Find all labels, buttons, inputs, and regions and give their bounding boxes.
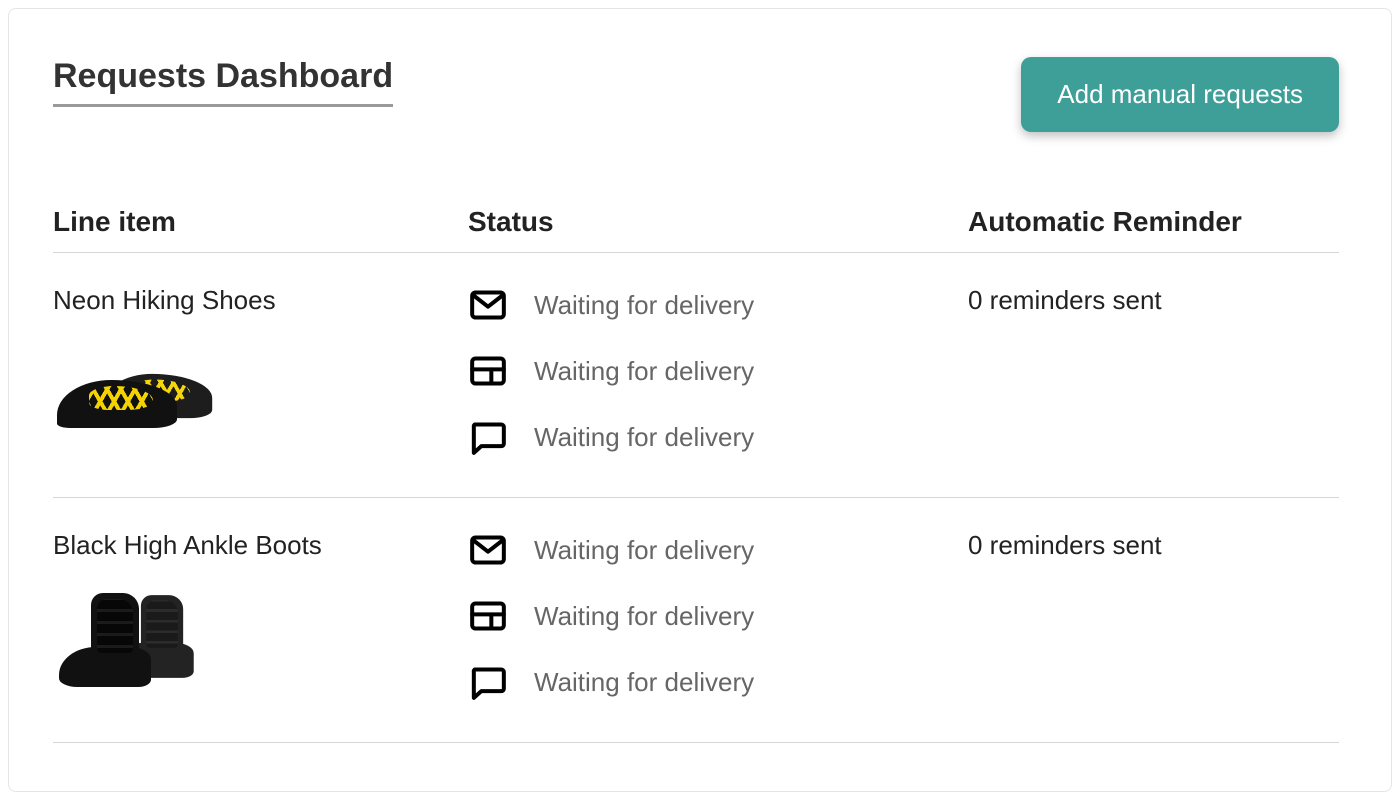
column-header-line-item: Line item (53, 206, 468, 253)
status-list: Waiting for delivery Waiting for deliver… (468, 285, 968, 457)
dashboard-card: Requests Dashboard Add manual requests L… (8, 8, 1392, 792)
line-item-name: Black High Ankle Boots (53, 530, 468, 561)
product-thumbnail (53, 344, 213, 444)
reminder-count: 0 reminders sent (968, 530, 1339, 561)
status-text: Waiting for delivery (534, 601, 754, 632)
status-line-chat: Waiting for delivery (468, 417, 968, 457)
web-card-icon (468, 351, 508, 391)
mail-icon (468, 285, 508, 325)
page-title: Requests Dashboard (53, 57, 393, 107)
web-card-icon (468, 596, 508, 636)
status-text: Waiting for delivery (534, 667, 754, 698)
status-line-email: Waiting for delivery (468, 530, 968, 570)
mail-icon (468, 530, 508, 570)
status-text: Waiting for delivery (534, 535, 754, 566)
column-header-status: Status (468, 206, 968, 253)
table-row: Neon Hiking Shoes (53, 253, 468, 498)
reminder-count: 0 reminders sent (968, 285, 1339, 316)
status-line-web: Waiting for delivery (468, 351, 968, 391)
column-header-reminder: Automatic Reminder (968, 206, 1339, 253)
table-row: Black High Ankle Boots (53, 498, 468, 743)
reminder-cell: 0 reminders sent (968, 498, 1339, 743)
chat-icon (468, 417, 508, 457)
status-line-chat: Waiting for delivery (468, 662, 968, 702)
product-thumbnail (53, 589, 213, 689)
status-line-web: Waiting for delivery (468, 596, 968, 636)
requests-table: Line item Status Automatic Reminder Neon… (53, 206, 1339, 743)
status-cell: Waiting for delivery Waiting for deliver… (468, 498, 968, 743)
header-row: Requests Dashboard Add manual requests (53, 57, 1339, 132)
status-text: Waiting for delivery (534, 422, 754, 453)
status-cell: Waiting for delivery Waiting for deliver… (468, 253, 968, 498)
line-item-name: Neon Hiking Shoes (53, 285, 468, 316)
add-manual-requests-button[interactable]: Add manual requests (1021, 57, 1339, 132)
reminder-cell: 0 reminders sent (968, 253, 1339, 498)
status-line-email: Waiting for delivery (468, 285, 968, 325)
status-list: Waiting for delivery Waiting for deliver… (468, 530, 968, 702)
chat-icon (468, 662, 508, 702)
status-text: Waiting for delivery (534, 290, 754, 321)
status-text: Waiting for delivery (534, 356, 754, 387)
